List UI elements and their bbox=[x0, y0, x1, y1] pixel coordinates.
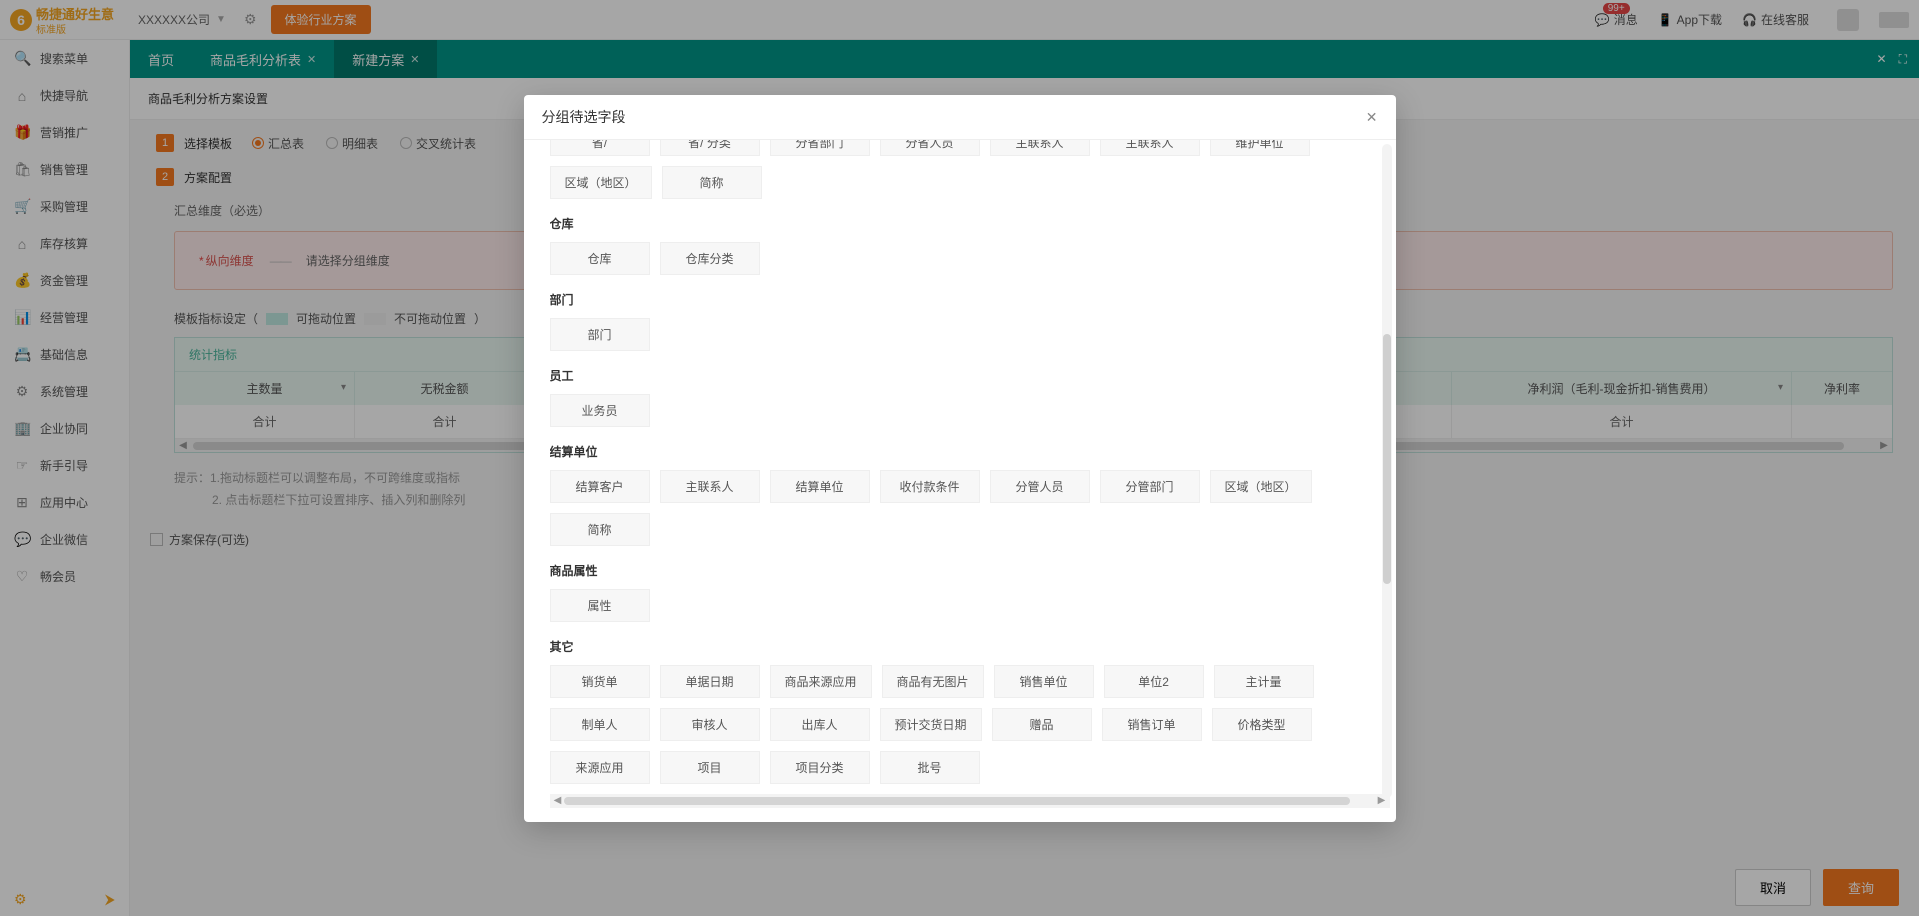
field-option[interactable]: 预计交货日期 bbox=[880, 708, 982, 741]
field-group-title: 员工 bbox=[550, 367, 1370, 384]
field-option[interactable]: 分管人员 bbox=[990, 470, 1090, 503]
modal-vscrollbar[interactable] bbox=[1382, 144, 1392, 798]
modal-hscrollbar[interactable]: ◀ ▶ bbox=[550, 794, 1390, 808]
field-option[interactable]: 价格类型 bbox=[1212, 708, 1312, 741]
close-icon[interactable]: ✕ bbox=[1366, 109, 1378, 126]
scroll-right-icon[interactable]: ▶ bbox=[1376, 795, 1388, 806]
field-group-title: 结算单位 bbox=[550, 443, 1370, 460]
field-option[interactable]: 省/ bbox=[550, 140, 650, 156]
field-group-title: 仓库 bbox=[550, 215, 1370, 232]
field-option[interactable]: 单据日期 bbox=[660, 665, 760, 698]
field-option[interactable]: 仓库 bbox=[550, 242, 650, 275]
field-option[interactable]: 出库人 bbox=[770, 708, 870, 741]
field-option[interactable]: 结算客户 bbox=[550, 470, 650, 503]
modal-title: 分组待选字段 bbox=[542, 107, 626, 127]
field-option[interactable]: 属性 bbox=[550, 589, 650, 622]
field-option[interactable]: 分省人员 bbox=[880, 140, 980, 156]
field-option[interactable]: 省/ 分类 bbox=[660, 140, 760, 156]
field-option[interactable]: 收付款条件 bbox=[880, 470, 980, 503]
group-field-modal: 分组待选字段 ✕ 省/省/ 分类分省部门分省人员主联系人主联系人维护单位 区域（… bbox=[524, 95, 1396, 822]
field-option[interactable]: 销售单位 bbox=[994, 665, 1094, 698]
field-option[interactable]: 简称 bbox=[662, 166, 762, 199]
field-option[interactable]: 部门 bbox=[550, 318, 650, 351]
field-option[interactable]: 简称 bbox=[550, 513, 650, 546]
field-option[interactable]: 维护单位 bbox=[1210, 140, 1310, 156]
field-option[interactable]: 商品来源应用 bbox=[770, 665, 872, 698]
field-group-title: 其它 bbox=[550, 638, 1370, 655]
field-option[interactable]: 结算单位 bbox=[770, 470, 870, 503]
field-option[interactable]: 区域（地区） bbox=[550, 166, 652, 199]
field-option[interactable]: 销货单 bbox=[550, 665, 650, 698]
field-group-title: 部门 bbox=[550, 291, 1370, 308]
scrollbar-thumb[interactable] bbox=[1383, 334, 1391, 584]
field-option[interactable]: 项目分类 bbox=[770, 751, 870, 784]
field-option[interactable]: 分管部门 bbox=[1100, 470, 1200, 503]
scroll-left-icon[interactable]: ◀ bbox=[552, 795, 564, 806]
field-option[interactable]: 业务员 bbox=[550, 394, 650, 427]
field-option[interactable]: 主联系人 bbox=[1100, 140, 1200, 156]
field-option[interactable]: 主联系人 bbox=[660, 470, 760, 503]
field-option[interactable]: 仓库分类 bbox=[660, 242, 760, 275]
field-option[interactable]: 商品有无图片 bbox=[882, 665, 984, 698]
field-option[interactable]: 赠品 bbox=[992, 708, 1092, 741]
field-option[interactable]: 主联系人 bbox=[990, 140, 1090, 156]
field-option[interactable]: 单位2 bbox=[1104, 665, 1204, 698]
field-option[interactable]: 区域（地区） bbox=[1210, 470, 1312, 503]
field-group-title: 商品属性 bbox=[550, 562, 1370, 579]
field-option[interactable]: 来源应用 bbox=[550, 751, 650, 784]
field-option[interactable]: 销售订单 bbox=[1102, 708, 1202, 741]
field-option[interactable]: 主计量 bbox=[1214, 665, 1314, 698]
field-option[interactable]: 审核人 bbox=[660, 708, 760, 741]
field-option[interactable]: 制单人 bbox=[550, 708, 650, 741]
field-option[interactable]: 项目 bbox=[660, 751, 760, 784]
field-option[interactable]: 批号 bbox=[880, 751, 980, 784]
field-option[interactable]: 分省部门 bbox=[770, 140, 870, 156]
scrollbar-thumb[interactable] bbox=[564, 797, 1350, 805]
